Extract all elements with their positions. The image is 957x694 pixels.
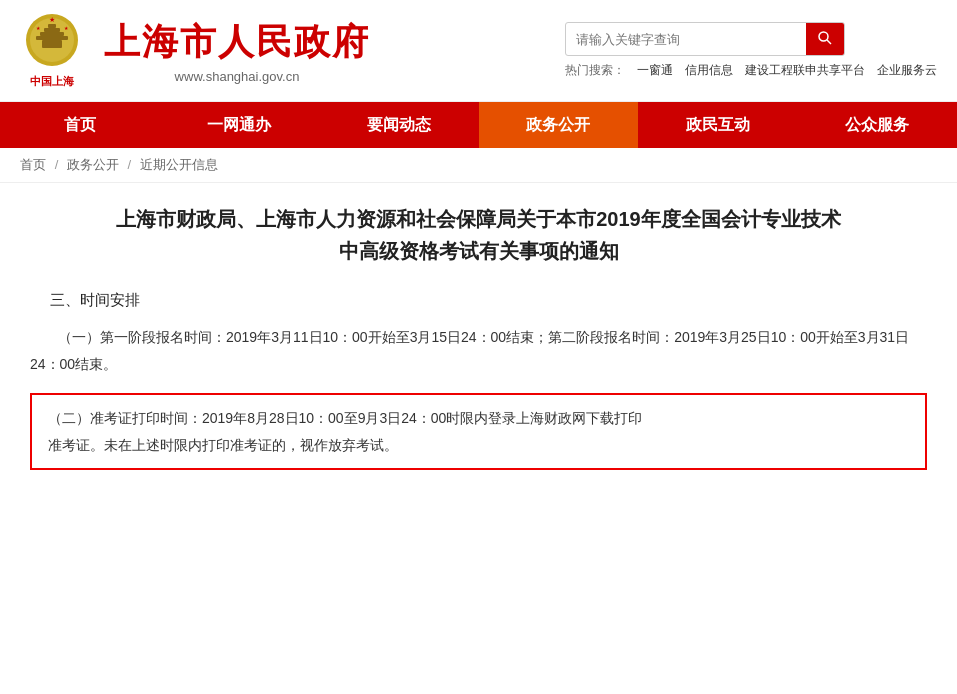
- paragraph-1: （一）第一阶段报名时间：2019年3月11日10：00开始至3月15日24：00…: [30, 324, 927, 377]
- nav-item-affairs[interactable]: 政务公开: [479, 102, 639, 148]
- nav-item-eservice[interactable]: 一网通办: [160, 102, 320, 148]
- svg-rect-4: [40, 32, 64, 36]
- svg-point-10: [819, 32, 828, 41]
- hot-search: 热门搜索： 一窗通 信用信息 建设工程联申共享平台 企业服务云: [565, 62, 937, 79]
- hot-link-3[interactable]: 企业服务云: [877, 62, 937, 79]
- logo-emblem: ★ ★ ★: [20, 12, 84, 72]
- highlight-line2: 准考证。未在上述时限内打印准考证的，视作放弃考试。: [48, 437, 398, 453]
- site-url: www.shanghai.gov.cn: [104, 69, 370, 84]
- hot-link-1[interactable]: 信用信息: [685, 62, 733, 79]
- highlight-text: （二）准考证打印时间：2019年8月28日10：00至9月3日24：00时限内登…: [48, 405, 909, 458]
- hot-link-2[interactable]: 建设工程联申共享平台: [745, 62, 865, 79]
- breadcrumb: 首页 / 政务公开 / 近期公开信息: [0, 148, 957, 183]
- breadcrumb-home[interactable]: 首页: [20, 157, 46, 172]
- svg-rect-6: [42, 40, 62, 48]
- svg-rect-2: [48, 24, 56, 28]
- hot-link-0[interactable]: 一窗通: [637, 62, 673, 79]
- nav-bar: 首页 一网通办 要闻动态 政务公开 政民互动 公众服务: [0, 102, 957, 148]
- article-title: 上海市财政局、上海市人力资源和社会保障局关于本市2019年度全国会计专业技术 中…: [30, 203, 927, 267]
- search-button[interactable]: [806, 22, 844, 56]
- svg-rect-3: [44, 28, 60, 32]
- nav-item-citizens[interactable]: 政民互动: [638, 102, 798, 148]
- breadcrumb-affairs[interactable]: 政务公开: [67, 157, 119, 172]
- header-right: 热门搜索： 一窗通 信用信息 建设工程联申共享平台 企业服务云: [565, 22, 937, 79]
- highlight-line1: （二）准考证打印时间：2019年8月28日10：00至9月3日24：00时限内登…: [48, 410, 642, 426]
- site-title: 上海市人民政府 www.shanghai.gov.cn: [104, 18, 370, 84]
- svg-line-11: [827, 40, 831, 44]
- header: ★ ★ ★ 中国上海 上海市人民政府 www.shanghai.gov.cn 热…: [0, 0, 957, 102]
- nav-item-home[interactable]: 首页: [0, 102, 160, 148]
- breadcrumb-sep-2: /: [128, 157, 132, 172]
- highlight-box: （二）准考证打印时间：2019年8月28日10：00至9月3日24：00时限内登…: [30, 393, 927, 470]
- logo-text-cn: 中国上海: [30, 74, 74, 89]
- search-input[interactable]: [566, 32, 806, 47]
- section-heading: 三、时间安排: [50, 291, 927, 310]
- nav-item-public[interactable]: 公众服务: [798, 102, 958, 148]
- search-icon: [818, 31, 832, 45]
- breadcrumb-sep-1: /: [55, 157, 59, 172]
- site-title-main: 上海市人民政府: [104, 18, 370, 67]
- hot-search-label: 热门搜索：: [565, 62, 625, 79]
- svg-text:★: ★: [49, 16, 55, 23]
- article-title-line1: 上海市财政局、上海市人力资源和社会保障局关于本市2019年度全国会计专业技术: [30, 203, 927, 235]
- search-box[interactable]: [565, 22, 845, 56]
- nav-item-news[interactable]: 要闻动态: [319, 102, 479, 148]
- breadcrumb-current: 近期公开信息: [140, 157, 218, 172]
- svg-rect-5: [36, 36, 68, 40]
- content-area: 上海市财政局、上海市人力资源和社会保障局关于本市2019年度全国会计专业技术 中…: [0, 183, 957, 490]
- article-title-line2: 中高级资格考试有关事项的通知: [30, 235, 927, 267]
- logo-area: ★ ★ ★ 中国上海: [20, 12, 84, 89]
